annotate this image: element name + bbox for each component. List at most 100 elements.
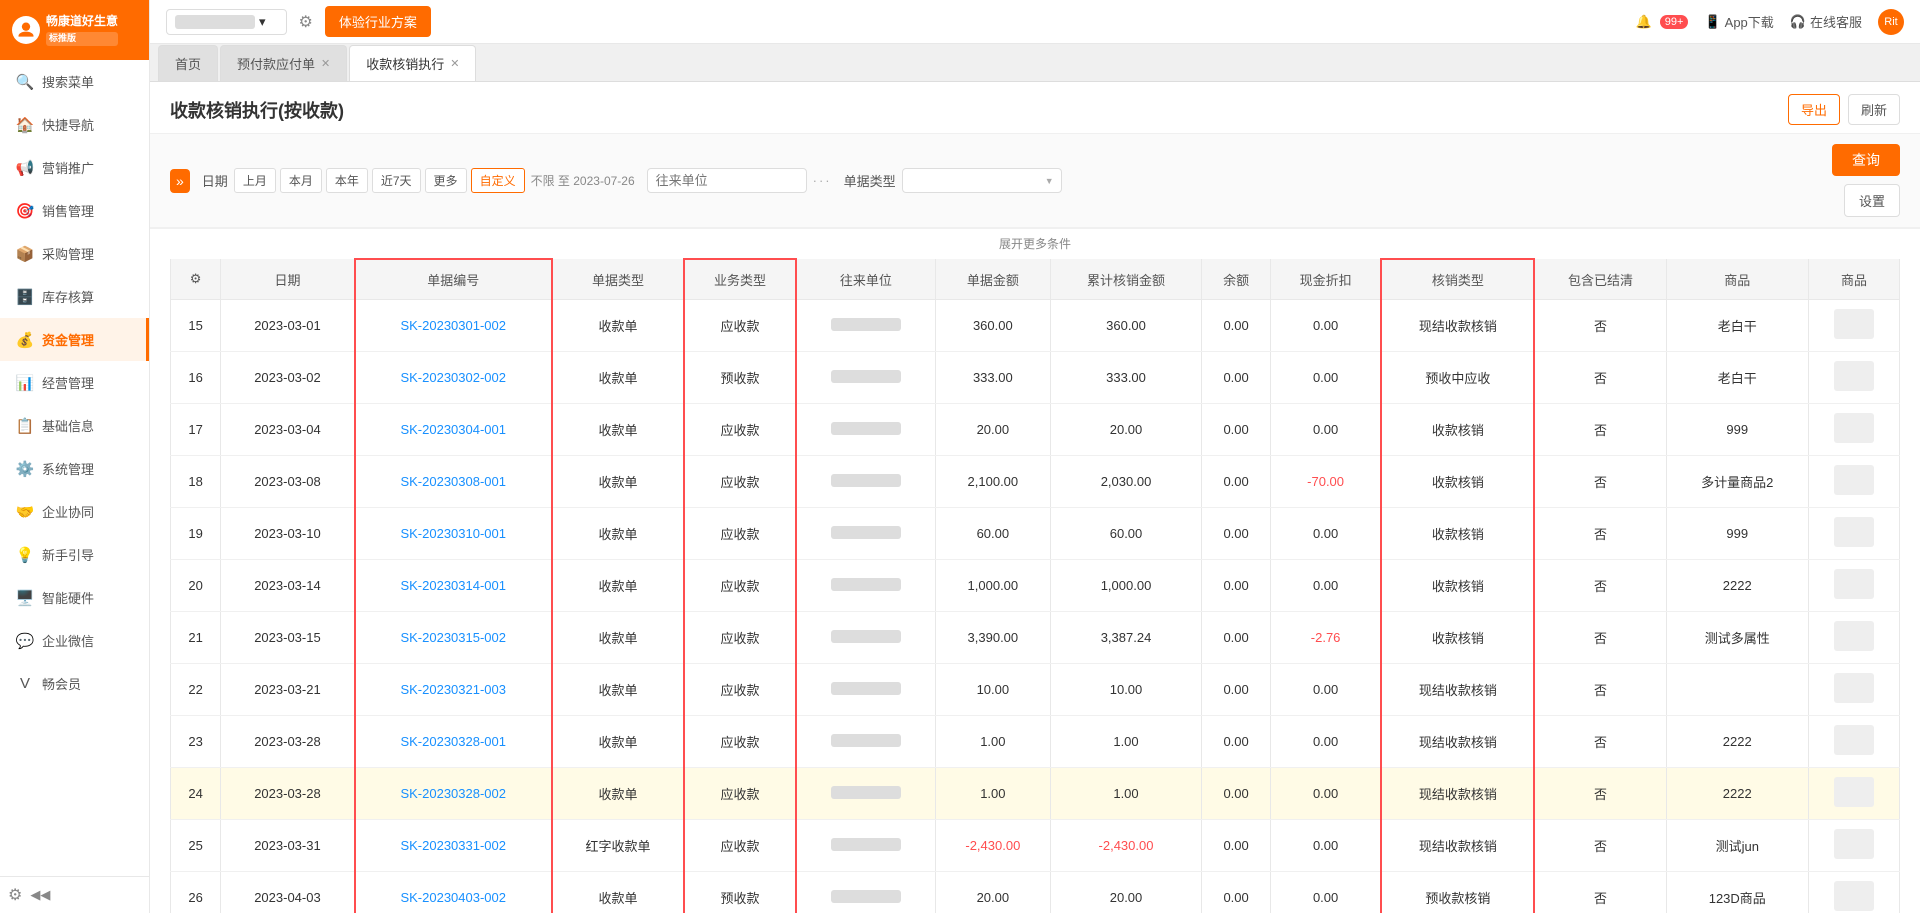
this-year-btn[interactable]: 本年 <box>326 168 368 193</box>
cell-no-3: 18 <box>171 456 221 508</box>
doc-no-link-5[interactable]: SK-20230314-001 <box>400 578 506 593</box>
app-version: 标推版 <box>46 32 118 46</box>
type-select[interactable] <box>902 168 1062 193</box>
export-button[interactable]: 导出 <box>1788 94 1840 125</box>
more-date-btn[interactable]: 更多 <box>425 168 467 193</box>
quick-nav-icon: 🏠 <box>16 116 34 134</box>
cell-product2-2 <box>1808 404 1899 456</box>
sidebar-item-hardware[interactable]: 🖥️智能硬件 <box>0 576 149 619</box>
cell-doc-type-1: 收款单 <box>552 352 684 404</box>
unit-input[interactable] <box>647 168 807 193</box>
col-settings[interactable]: ⚙ <box>171 259 221 300</box>
sidebar-item-finance[interactable]: 💰资金管理 <box>0 318 149 361</box>
doc-no-link-10[interactable]: SK-20230331-002 <box>400 838 506 853</box>
recent-7-btn[interactable]: 近7天 <box>372 168 421 193</box>
doc-no-link-0[interactable]: SK-20230301-002 <box>400 318 506 333</box>
cell-product1-4: 999 <box>1666 508 1808 560</box>
messages-button[interactable]: 🔔 99+ <box>1636 14 1689 30</box>
cell-date-7: 2023-03-21 <box>221 664 355 716</box>
date-range-display: 不限 至 2023-07-26 <box>531 172 635 189</box>
app-download-button[interactable]: 📱 App下载 <box>1704 12 1773 31</box>
cell-included-8: 否 <box>1534 716 1666 768</box>
tab-1[interactable]: 预付款应付单✕ <box>220 45 347 81</box>
cell-biz-type-7: 应收款 <box>684 664 796 716</box>
doc-no-link-8[interactable]: SK-20230328-001 <box>400 734 506 749</box>
page-title: 收款核销执行(按收款) <box>170 97 344 123</box>
cell-product2-6 <box>1808 612 1899 664</box>
doc-no-link-1[interactable]: SK-20230302-002 <box>400 370 506 385</box>
cell-doc-no-4: SK-20230310-001 <box>355 508 552 560</box>
cell-discount-0: 0.00 <box>1270 300 1381 352</box>
tab-close-1[interactable]: ✕ <box>321 57 330 70</box>
query-button[interactable]: 查询 <box>1832 144 1900 176</box>
cell-cancel-amount-9: 1.00 <box>1050 768 1202 820</box>
doc-no-link-4[interactable]: SK-20230310-001 <box>400 526 506 541</box>
cell-no-1: 16 <box>171 352 221 404</box>
sidebar-item-sales[interactable]: 🎯销售管理 <box>0 189 149 232</box>
cell-discount-8: 0.00 <box>1270 716 1381 768</box>
refresh-button[interactable]: 刷新 <box>1848 94 1900 125</box>
doc-no-link-11[interactable]: SK-20230403-002 <box>400 890 506 905</box>
cell-doc-no-8: SK-20230328-001 <box>355 716 552 768</box>
sidebar-item-operation[interactable]: 📊经营管理 <box>0 361 149 404</box>
tab-close-2[interactable]: ✕ <box>450 57 459 70</box>
cell-no-8: 23 <box>171 716 221 768</box>
cell-no-6: 21 <box>171 612 221 664</box>
online-service-button[interactable]: 🎧 在线客服 <box>1790 12 1862 31</box>
table-row: 20 2023-03-14 SK-20230314-001 收款单 应收款 1,… <box>171 560 1900 612</box>
cell-product1-5: 2222 <box>1666 560 1808 612</box>
doc-no-link-3[interactable]: SK-20230308-001 <box>400 474 506 489</box>
cell-product2-1 <box>1808 352 1899 404</box>
filter-settings-button[interactable]: 设置 <box>1844 184 1900 217</box>
cell-balance-3: 0.00 <box>1202 456 1271 508</box>
enterprise-icon: 🤝 <box>16 503 34 521</box>
cell-balance-7: 0.00 <box>1202 664 1271 716</box>
custom-date-btn[interactable]: 自定义 <box>471 168 525 193</box>
doc-no-link-2[interactable]: SK-20230304-001 <box>400 422 506 437</box>
cell-cancel-amount-11: 20.00 <box>1050 872 1202 913</box>
sidebar-label-hardware: 智能硬件 <box>42 588 94 607</box>
collapse-icon[interactable]: ◀◀ <box>30 887 50 903</box>
cell-cancel-amount-5: 1,000.00 <box>1050 560 1202 612</box>
cell-amount-7: 10.00 <box>935 664 1050 716</box>
topbar-gear-icon[interactable]: ⚙ <box>295 8 317 36</box>
sidebar-item-purchase[interactable]: 📦采购管理 <box>0 232 149 275</box>
this-month-btn[interactable]: 本月 <box>280 168 322 193</box>
solution-button[interactable]: 体验行业方案 <box>325 6 431 37</box>
sidebar-item-search-menu[interactable]: 🔍搜索菜单 <box>0 60 149 103</box>
sidebar-item-basic[interactable]: 📋基础信息 <box>0 404 149 447</box>
cell-product1-10: 测试jun <box>1666 820 1808 872</box>
sidebar-item-wechat[interactable]: 💬企业微信 <box>0 619 149 662</box>
topbar-selector[interactable]: ▾ <box>166 9 287 35</box>
cell-doc-no-2: SK-20230304-001 <box>355 404 552 456</box>
doc-no-link-9[interactable]: SK-20230328-002 <box>400 786 506 801</box>
cell-cancel-amount-1: 333.00 <box>1050 352 1202 404</box>
last-month-btn[interactable]: 上月 <box>234 168 276 193</box>
user-avatar[interactable]: Rit <box>1878 9 1904 35</box>
sidebar-item-quick-nav[interactable]: 🏠快捷导航 <box>0 103 149 146</box>
cell-doc-type-3: 收款单 <box>552 456 684 508</box>
expand-more-row[interactable]: 展开更多条件 <box>150 228 1920 258</box>
sidebar-item-enterprise[interactable]: 🤝企业协同 <box>0 490 149 533</box>
cell-biz-type-3: 应收款 <box>684 456 796 508</box>
cell-no-9: 24 <box>171 768 221 820</box>
sidebar-label-finance: 资金管理 <box>42 330 94 349</box>
purchase-icon: 📦 <box>16 245 34 263</box>
sidebar-item-member[interactable]: V畅会员 <box>0 662 149 705</box>
cell-unit-2 <box>796 404 936 456</box>
settings-icon[interactable]: ⚙ <box>8 885 22 905</box>
date-label: 日期 <box>202 171 228 190</box>
sidebar-item-system[interactable]: ⚙️系统管理 <box>0 447 149 490</box>
filter-expand-button[interactable]: » <box>170 169 190 193</box>
sidebar-item-marketing[interactable]: 📢营销推广 <box>0 146 149 189</box>
sidebar-item-inventory[interactable]: 🗄️库存核算 <box>0 275 149 318</box>
doc-no-link-6[interactable]: SK-20230315-002 <box>400 630 506 645</box>
col-included: 包含已结清 <box>1534 259 1666 300</box>
col-cancel-amount: 累计核销金额 <box>1050 259 1202 300</box>
doc-no-link-7[interactable]: SK-20230321-003 <box>400 682 506 697</box>
tab-2[interactable]: 收款核销执行✕ <box>349 45 476 81</box>
unit-filter-group: ··· <box>647 168 832 193</box>
cell-cancel-amount-6: 3,387.24 <box>1050 612 1202 664</box>
tab-0[interactable]: 首页 <box>158 45 218 81</box>
sidebar-item-beginner[interactable]: 💡新手引导 <box>0 533 149 576</box>
